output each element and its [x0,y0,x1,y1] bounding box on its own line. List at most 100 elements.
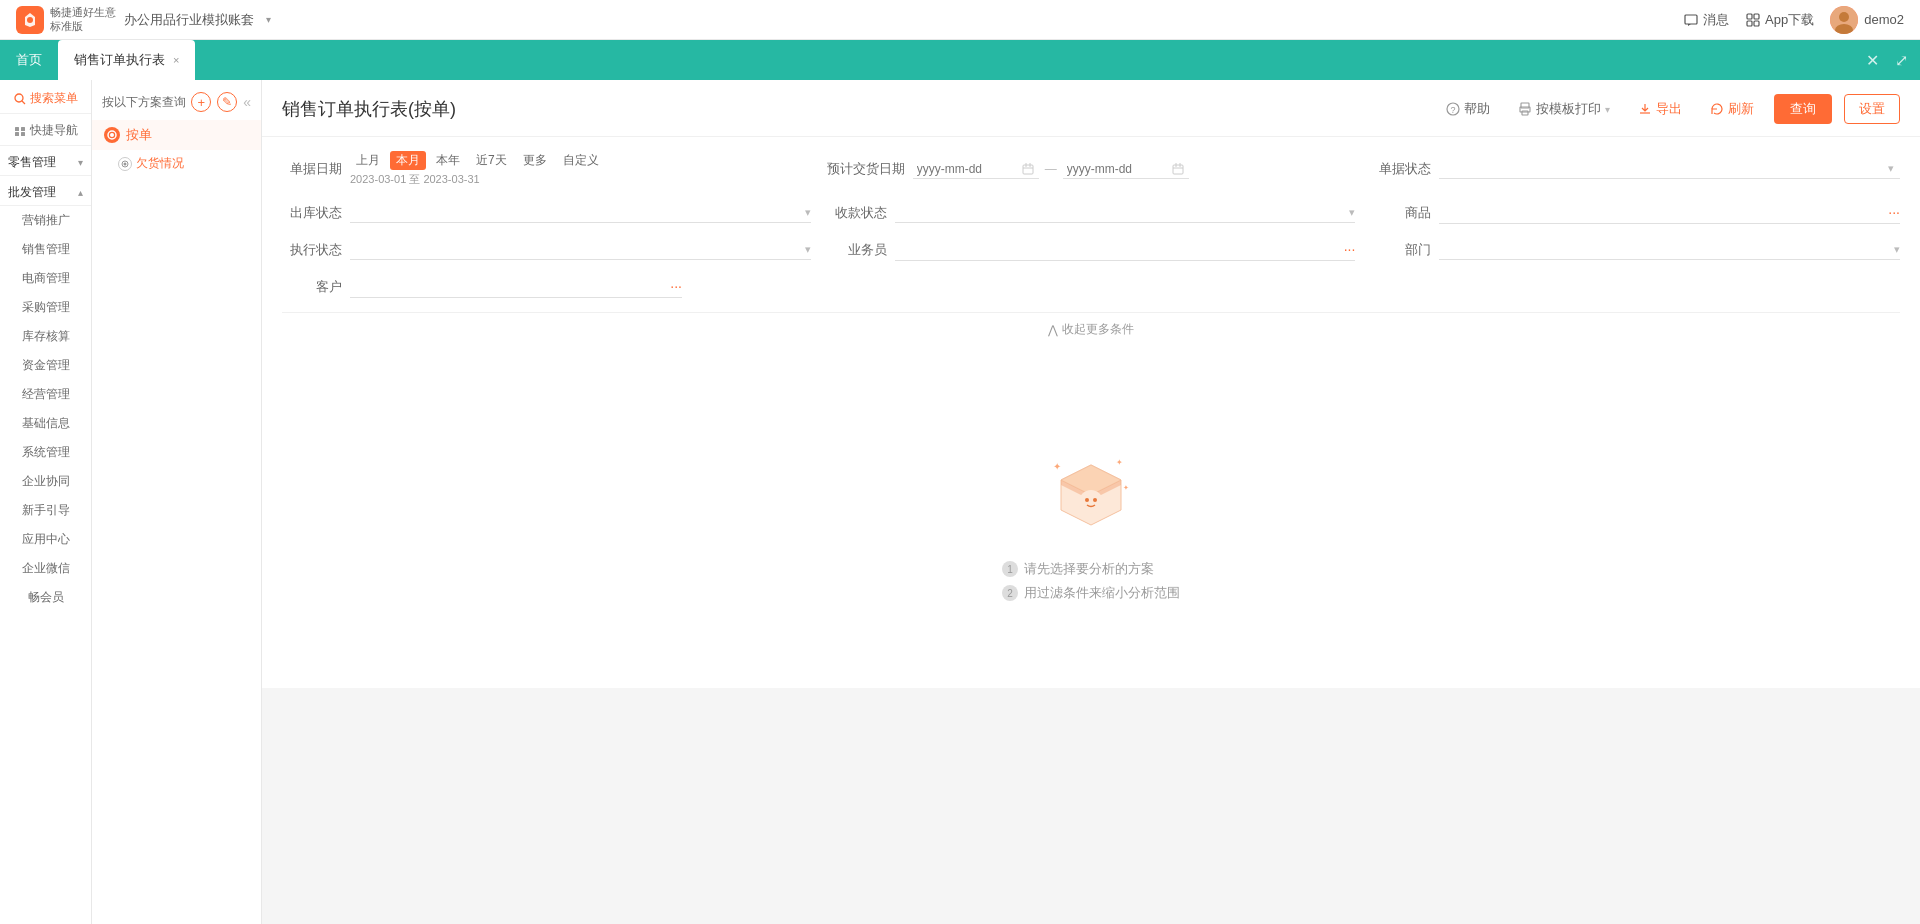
payment-chevron: ▾ [1349,206,1355,219]
tab-sales-order[interactable]: 销售订单执行表 × [58,40,195,80]
expected-date-end-input[interactable] [1067,162,1167,176]
empty-tip-2: 2 用过滤条件来缩小分析范围 [1002,584,1180,602]
collapse-icon: ⋀ [1048,323,1058,337]
svg-rect-11 [15,127,19,131]
sidebar-item-retail[interactable]: 零售管理 ▾ [0,146,91,175]
collapse-btn[interactable]: ⋀ 收起更多条件 [282,312,1900,346]
execution-control: ▾ [350,240,811,260]
date-tab-this-year[interactable]: 本年 [430,151,466,170]
tab-bar: 首页 销售订单执行表 × ✕ ⤢ [0,40,1920,80]
window-expand-btn[interactable]: ⤢ [1891,47,1912,74]
window-close-btn[interactable]: ✕ [1862,47,1883,74]
filter-row-1: 单据日期 上月 本月 本年 近7天 更多 自定义 [282,151,1900,187]
sidebar-item-enterprise[interactable]: 企业协同 [0,467,91,496]
empty-tips-list: 1 请先选择要分析的方案 2 用过滤条件来缩小分析范围 [1002,560,1180,608]
filter-date-item: 单据日期 上月 本月 本年 近7天 更多 自定义 [282,151,811,187]
sidebar-item-wechat[interactable]: 企业微信 [0,554,91,583]
settings-btn[interactable]: 设置 [1844,94,1900,124]
help-icon: ? [1446,102,1460,116]
svg-rect-1 [1685,15,1697,24]
help-btn[interactable]: ? 帮助 [1438,96,1498,122]
sidebar-item-purchase[interactable]: 采购管理 [0,293,91,322]
sidebar-item-operations[interactable]: 经营管理 [0,380,91,409]
sidebar-item-member[interactable]: 畅会员 [0,583,91,612]
left-panel: 按以下方案查询 + ✎ « 按单 欠货情况 [92,80,262,924]
query-btn[interactable]: 查询 [1774,94,1832,124]
svg-text:✦: ✦ [1053,461,1061,472]
svg-rect-3 [1754,14,1759,19]
sub-dot [118,157,132,171]
add-scheme-btn[interactable]: + [191,92,211,112]
sidebar-item-app-center[interactable]: 应用中心 [0,525,91,554]
expected-date-start-wrap [913,160,1039,179]
app-download-icon [1745,12,1761,28]
industry-selector[interactable]: 办公用品行业模拟账套 [124,11,254,29]
header-right: 消息 App下载 demo2 [1683,6,1904,34]
date-dash: — [1045,162,1057,176]
svg-rect-14 [21,132,25,136]
industry-dropdown-arrow[interactable]: ▾ [266,14,271,25]
svg-point-9 [15,94,23,102]
user-profile[interactable]: demo2 [1830,6,1904,34]
main-layout: 搜索菜单 快捷导航 零售管理 ▾ 批发管理 ▴ 营销推广 销售管理 电商管理 采… [0,80,1920,924]
goods-control: ··· [1439,201,1900,224]
salesperson-label: 业务员 [827,241,887,259]
page-header: 销售订单执行表(按单) ? 帮助 按模板打印 ▾ 导出 [262,80,1920,137]
date-tab-last-month[interactable]: 上月 [350,151,386,170]
sidebar-section-retail: 零售管理 ▾ [0,146,91,176]
collapse-panel-btn[interactable]: « [243,94,251,110]
filter-customer-item: 客户 ··· [282,275,682,298]
date-tab-custom[interactable]: 自定义 [557,151,605,170]
export-btn[interactable]: 导出 [1630,96,1690,122]
tip-num-2: 2 [1002,585,1018,601]
filter-goods-item: 商品 ··· [1371,201,1900,224]
sidebar-item-ecommerce[interactable]: 电商管理 [0,264,91,293]
tab-close-icon[interactable]: × [173,54,179,66]
outbound-label: 出库状态 [282,204,342,222]
sidebar-item-sales[interactable]: 销售管理 [0,235,91,264]
expected-date-start-input[interactable] [917,162,1017,176]
date-tab-this-month[interactable]: 本月 [390,151,426,170]
svg-line-10 [22,101,25,104]
scheme-dot [104,127,120,143]
sidebar-item-finance[interactable]: 资金管理 [0,351,91,380]
sidebar-item-inventory[interactable]: 库存核算 [0,322,91,351]
message-action[interactable]: 消息 [1683,11,1729,29]
svg-point-36 [1085,498,1089,502]
refresh-btn[interactable]: 刷新 [1702,96,1762,122]
svg-rect-24 [1023,165,1033,174]
logo-text: 畅捷通好生意 标准版 [50,6,116,32]
svg-rect-12 [21,127,25,131]
svg-rect-28 [1173,165,1183,174]
svg-text:?: ? [1450,105,1455,115]
date-tab-more[interactable]: 更多 [517,151,553,170]
sidebar-item-marketing[interactable]: 营销推广 [0,206,91,235]
tip-num-1: 1 [1002,561,1018,577]
sidebar-item-system[interactable]: 系统管理 [0,438,91,467]
left-panel-actions: + ✎ « [191,92,251,112]
sidebar-item-wholesale[interactable]: 批发管理 ▴ [0,176,91,205]
page-title: 销售订单执行表(按单) [282,97,456,121]
salesperson-dots[interactable]: ··· [1344,241,1356,257]
scheme-item-by-order[interactable]: 按单 [92,120,261,150]
customer-dots[interactable]: ··· [670,278,682,294]
sidebar-quick-nav[interactable]: 快捷导航 [0,114,91,146]
empty-illustration: ✦ ✦ ✦ [1041,440,1141,540]
scheme-sub-backorder[interactable]: 欠货情况 [92,150,261,177]
customer-control: ··· [350,275,682,298]
svg-rect-5 [1754,21,1759,26]
tab-home[interactable]: 首页 [0,40,58,80]
sidebar-item-newbie[interactable]: 新手引导 [0,496,91,525]
date-tab-7days[interactable]: 近7天 [470,151,513,170]
customer-label: 客户 [282,278,342,296]
department-control: ▾ [1439,240,1900,260]
content-area: 销售订单执行表(按单) ? 帮助 按模板打印 ▾ 导出 [262,80,1920,924]
sidebar-search[interactable]: 搜索菜单 [0,80,91,114]
sidebar-item-basicinfo[interactable]: 基础信息 [0,409,91,438]
goods-dots[interactable]: ··· [1888,204,1900,220]
edit-scheme-btn[interactable]: ✎ [217,92,237,112]
department-chevron: ▾ [1894,243,1900,256]
app-download-action[interactable]: App下载 [1745,11,1814,29]
date-tabs: 上月 本月 本年 近7天 更多 自定义 [350,151,605,170]
template-print-btn[interactable]: 按模板打印 ▾ [1510,96,1618,122]
